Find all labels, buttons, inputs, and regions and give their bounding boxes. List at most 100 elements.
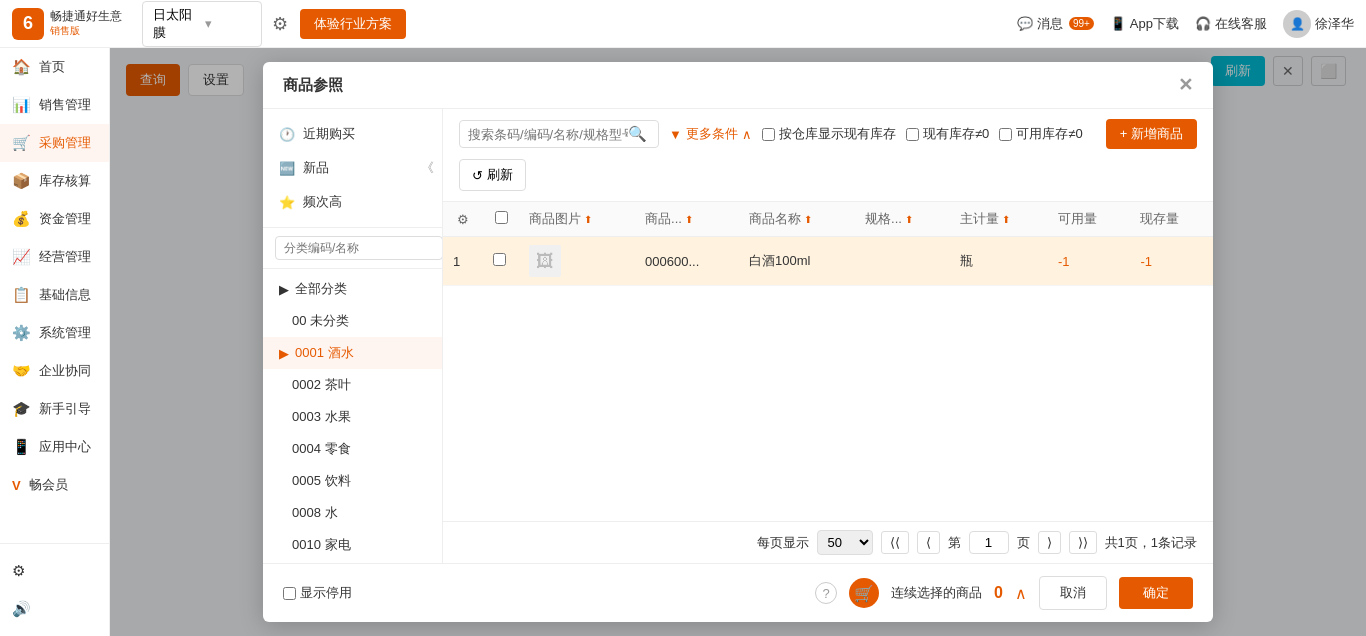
collapse-icon[interactable]: 《 [413, 151, 442, 185]
last-page-button[interactable]: ⟩⟩ [1069, 531, 1097, 554]
row-code: 000600... [635, 237, 739, 286]
add-product-button[interactable]: + 新增商品 [1106, 119, 1197, 149]
nav-company-select[interactable]: 日太阳膜 ▾ [142, 1, 262, 47]
checkbox-has-stock[interactable]: 现有库存≠0 [906, 125, 989, 143]
sidebar-item-guide[interactable]: 🎓 新手引导 [0, 390, 109, 428]
sidebar-volume[interactable]: 🔊 [0, 590, 109, 628]
col-stock: 现存量 [1130, 202, 1213, 237]
per-page-label: 每页显示 [757, 534, 809, 552]
home-icon: 🏠 [12, 58, 31, 76]
first-page-button[interactable]: ⟨⟨ [881, 531, 909, 554]
tab-high-frequency[interactable]: ⭐ 频次高 [263, 185, 413, 219]
sidebar-item-system[interactable]: ⚙️ 系统管理 [0, 314, 109, 352]
cancel-button[interactable]: 取消 [1039, 576, 1107, 610]
product-search-input[interactable] [468, 127, 628, 142]
sidebar-item-app-center[interactable]: 📱 应用中心 [0, 428, 109, 466]
category-item-0003[interactable]: 0003 水果 [263, 401, 442, 433]
product-reference-dialog: 商品参照 ✕ 🕐 近期购买 [263, 62, 1213, 622]
sidebar-settings[interactable]: ⚙ [0, 552, 109, 590]
checkbox-available[interactable]: 可用库存≠0 [999, 125, 1082, 143]
table-row[interactable]: 1 🖼 000600... 白酒100ml 瓶 [443, 237, 1213, 286]
cog-icon: ⚙ [12, 562, 25, 580]
sort-icon-code[interactable]: ⬆ [685, 214, 693, 225]
sidebar-bottom: ⚙ 🔊 [0, 543, 109, 636]
product-search-icon[interactable]: 🔍 [628, 125, 647, 143]
row-unit: 瓶 [950, 237, 1048, 286]
cooperation-icon: 🤝 [12, 362, 31, 380]
avatar: 👤 [1283, 10, 1311, 38]
col-code: 商品... ⬆ [635, 202, 739, 237]
sidebar-item-cooperation[interactable]: 🤝 企业协同 [0, 352, 109, 390]
volume-icon: 🔊 [12, 600, 31, 618]
expand-icon: ▶ [279, 282, 289, 297]
purchase-icon: 🛒 [12, 134, 31, 152]
page-label: 第 [948, 534, 961, 552]
per-page-select[interactable]: 50 20 100 [817, 530, 873, 555]
dialog-footer: 显示停用 ? 🛒 连续选择的商品 0 ∧ 取消 确定 [263, 563, 1213, 622]
operations-icon: 📈 [12, 248, 31, 266]
sidebar-item-inventory[interactable]: 📦 库存核算 [0, 162, 109, 200]
col-settings[interactable]: ⚙ [443, 202, 483, 237]
category-item-0002[interactable]: 0002 茶叶 [263, 369, 442, 401]
prev-page-button[interactable]: ⟨ [917, 531, 940, 554]
left-panel: 🕐 近期购买 🆕 新品 ⭐ 频次高 [263, 109, 443, 563]
messages-button[interactable]: 💬 消息 99+ [1017, 15, 1094, 33]
user-avatar[interactable]: 👤 徐泽华 [1283, 10, 1354, 38]
online-service-button[interactable]: 🎧 在线客服 [1195, 15, 1267, 33]
row-name: 白酒100ml [739, 237, 855, 286]
dialog-title: 商品参照 [283, 76, 343, 95]
category-item-00[interactable]: 00 未分类 [263, 305, 442, 337]
select-all-checkbox[interactable] [495, 211, 508, 224]
product-table-wrap: ⚙ 商品图片 ⬆ [443, 202, 1213, 521]
filter-icon: ▼ [669, 127, 682, 142]
help-icon[interactable]: ? [815, 582, 837, 604]
sort-icon-name[interactable]: ⬆ [804, 214, 812, 225]
row-available: -1 [1048, 237, 1131, 286]
next-page-button[interactable]: ⟩ [1038, 531, 1061, 554]
category-item-0001[interactable]: ▶ 0001 酒水 [263, 337, 442, 369]
dialog-overlay: 商品参照 ✕ 🕐 近期购买 [110, 48, 1366, 636]
category-item-0005[interactable]: 0005 饮料 [263, 465, 442, 497]
tab-recent-purchase[interactable]: 🕐 近期购买 [263, 117, 413, 151]
close-icon[interactable]: ✕ [1178, 74, 1193, 96]
sidebar-item-purchase[interactable]: 🛒 采购管理 [0, 124, 109, 162]
message-icon: 💬 [1017, 16, 1033, 31]
collapse-cart-icon[interactable]: ∧ [1015, 584, 1027, 603]
sort-icon-spec[interactable]: ⬆ [905, 214, 913, 225]
show-disabled-checkbox[interactable]: 显示停用 [283, 584, 352, 602]
row-checkbox[interactable] [493, 253, 506, 266]
col-image: 商品图片 ⬆ [519, 202, 635, 237]
top-nav: 6 畅捷通好生意 销售版 日太阳膜 ▾ ⚙ 体验行业方案 💬 消息 99+ 📱 … [0, 0, 1366, 48]
app-download-button[interactable]: 📱 App下载 [1110, 15, 1179, 33]
row-spec [855, 237, 950, 286]
checkbox-by-warehouse[interactable]: 按仓库显示现有库存 [762, 125, 896, 143]
app-center-icon: 📱 [12, 438, 31, 456]
category-search-input[interactable] [275, 236, 443, 260]
refresh-button[interactable]: ↺ 刷新 [459, 159, 526, 191]
more-filters-button[interactable]: ▼ 更多条件 ∧ [669, 125, 752, 143]
category-item-0008[interactable]: 0008 水 [263, 497, 442, 529]
sidebar-item-home[interactable]: 🏠 首页 [0, 48, 109, 86]
col-available: 可用量 [1048, 202, 1131, 237]
category-item-0004[interactable]: 0004 零食 [263, 433, 442, 465]
search-toolbar: 🔍 ▼ 更多条件 ∧ 按仓库显示现有库存 [443, 109, 1213, 202]
sidebar-item-sales[interactable]: 📊 销售管理 [0, 86, 109, 124]
settings-icon[interactable]: ⚙ [272, 13, 288, 35]
category-item-0010[interactable]: 0010 家电 [263, 529, 442, 561]
page-input[interactable] [969, 531, 1009, 554]
confirm-button[interactable]: 确定 [1119, 577, 1193, 609]
category-all[interactable]: ▶ 全部分类 [263, 273, 442, 305]
pagination-bar: 每页显示 50 20 100 ⟨⟨ ⟨ 第 页 ⟩ [443, 521, 1213, 563]
system-icon: ⚙️ [12, 324, 31, 342]
sidebar-item-finance[interactable]: 💰 资金管理 [0, 200, 109, 238]
sort-icon-unit[interactable]: ⬆ [1002, 214, 1010, 225]
logo: 6 畅捷通好生意 销售版 [12, 8, 122, 40]
new-icon: 🆕 [279, 161, 295, 176]
sort-icon-image[interactable]: ⬆ [584, 214, 592, 225]
sidebar-item-operations[interactable]: 📈 经营管理 [0, 238, 109, 276]
experience-button[interactable]: 体验行业方案 [300, 9, 406, 39]
sidebar-item-membership[interactable]: V 畅会员 [0, 466, 109, 504]
tab-new-products[interactable]: 🆕 新品 [263, 151, 413, 185]
cart-icon[interactable]: 🛒 [849, 578, 879, 608]
sidebar-item-base-info[interactable]: 📋 基础信息 [0, 276, 109, 314]
